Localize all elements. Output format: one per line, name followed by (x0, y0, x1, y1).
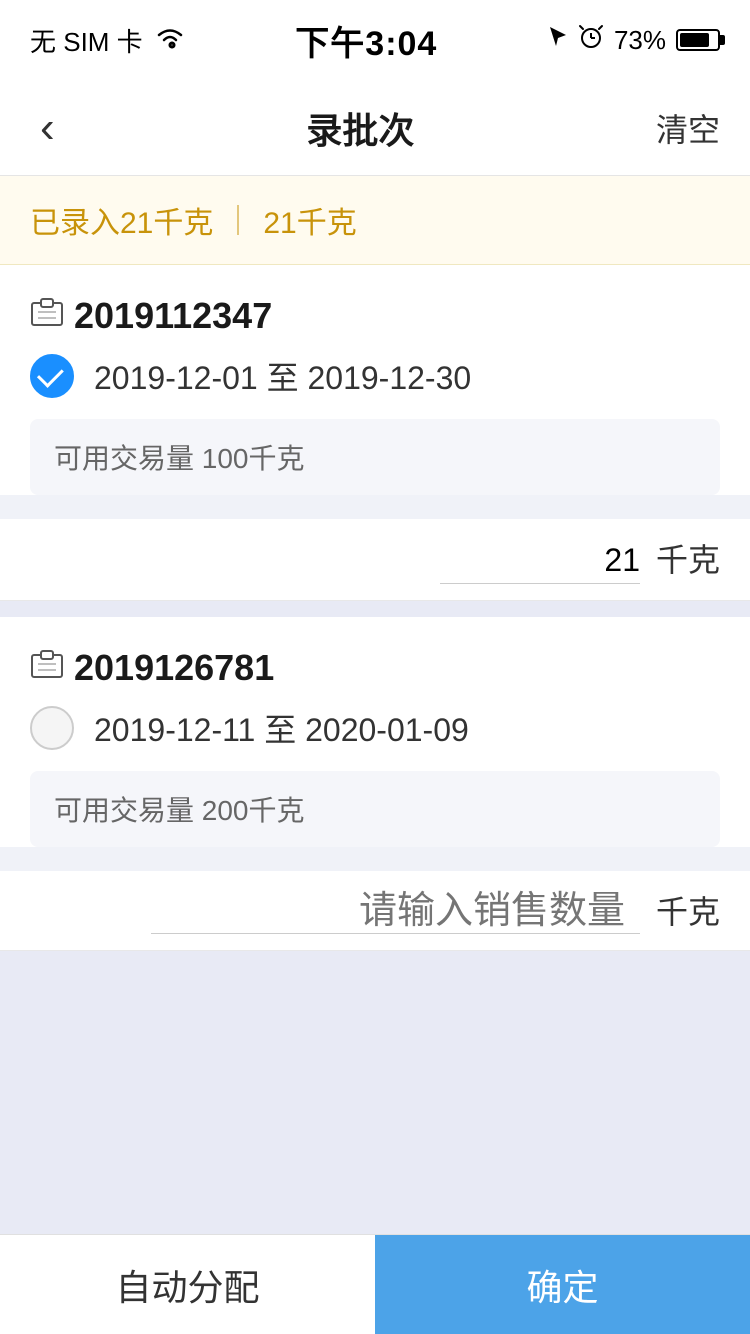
batch-1-quantity-row: 21 千克 (0, 519, 750, 601)
batch-2-header: 2019126781 (30, 647, 720, 689)
batch-2-id: 2019126781 (74, 647, 274, 689)
batch-1-qty-number: 21 (604, 542, 640, 578)
batch-1-date-row: 2019-12-01 至 2019-12-30 (30, 353, 720, 399)
carrier-label: 无 SIM 卡 (30, 22, 143, 59)
status-right: 73% (548, 24, 720, 57)
batch-1-unit: 千克 (656, 535, 720, 581)
batch-2-unit: 千克 (656, 887, 720, 933)
battery-icon (676, 29, 720, 51)
clear-button[interactable]: 清空 (656, 105, 720, 151)
nav-bar: ‹ 录批次 清空 (0, 80, 750, 176)
section-separator (0, 601, 750, 617)
batch-2-icon (30, 649, 64, 688)
batch-2-available: 可用交易量 200千克 (30, 771, 720, 847)
batch-1-date: 2019-12-01 至 2019-12-30 (94, 353, 471, 399)
alarm-icon (578, 24, 604, 57)
status-bar: 无 SIM 卡 下午3:04 73% (0, 0, 750, 80)
recorded-amount: 已录入21千克 (30, 198, 213, 242)
status-left: 无 SIM 卡 (30, 22, 185, 59)
page-title: 录批次 (306, 102, 414, 154)
location-icon (548, 25, 568, 56)
batch-1-available: 可用交易量 100千克 (30, 419, 720, 495)
wifi-icon (155, 25, 185, 56)
batch-1-radio[interactable] (30, 354, 74, 398)
batch-2-input-row: 千克 (0, 871, 750, 951)
battery-percent: 73% (614, 25, 666, 56)
back-button[interactable]: ‹ (30, 93, 65, 163)
time-display: 下午3:04 (295, 16, 437, 65)
info-divider (237, 205, 239, 235)
batch-item-1: 2019112347 2019-12-01 至 2019-12-30 可用交易量… (0, 265, 750, 495)
auto-distribute-button[interactable]: 自动分配 (0, 1235, 375, 1334)
batch-1-quantity-value[interactable]: 21 (440, 542, 640, 584)
batch-1-header: 2019112347 (30, 295, 720, 337)
batch-1-icon (30, 297, 64, 336)
total-amount: 21千克 (263, 198, 356, 242)
batch-2-date-row: 2019-12-11 至 2020-01-09 (30, 705, 720, 751)
info-bar: 已录入21千克 21千克 (0, 176, 750, 265)
batch-item-2: 2019126781 2019-12-11 至 2020-01-09 可用交易量… (0, 617, 750, 847)
batch-2-radio[interactable] (30, 706, 74, 750)
bottom-bar: 自动分配 确定 (0, 1234, 750, 1334)
batch-2-date: 2019-12-11 至 2020-01-09 (94, 705, 469, 751)
batch-2-quantity-input[interactable] (151, 890, 640, 934)
batch-1-id: 2019112347 (74, 295, 272, 337)
confirm-button[interactable]: 确定 (375, 1235, 750, 1334)
